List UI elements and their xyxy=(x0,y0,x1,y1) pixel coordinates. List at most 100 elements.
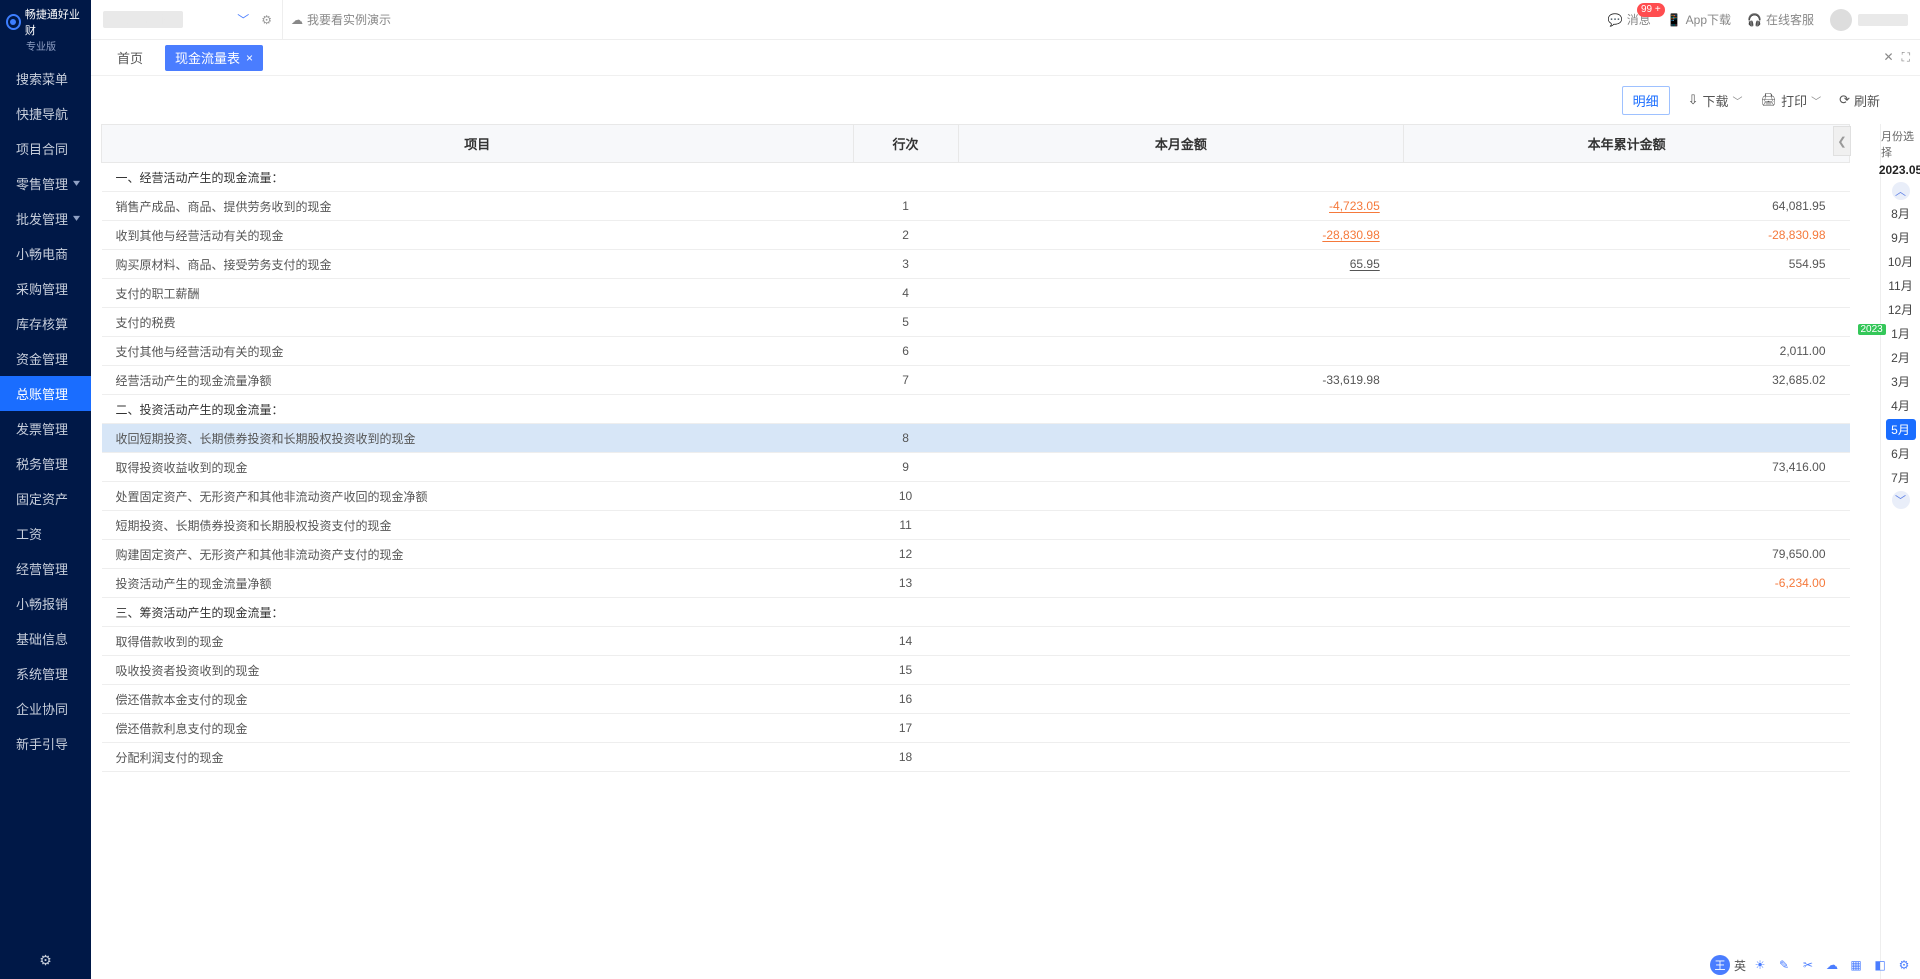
table-row[interactable]: 经营活动产生的现金流量净额7-33,619.9832,685.02 xyxy=(102,366,1850,395)
table-row[interactable]: 处置固定资产、无形资产和其他非流动资产收回的现金净额10 xyxy=(102,482,1850,511)
sidebar-item-4[interactable]: 批发管理▾ xyxy=(0,201,91,236)
sidebar-item-6[interactable]: 采购管理 xyxy=(0,271,91,306)
org-selector[interactable]: （隐藏名称） ﹀ ⚙ xyxy=(103,0,283,40)
table-row[interactable]: 支付其他与经营活动有关的现金62,011.00 xyxy=(102,337,1850,366)
month-item[interactable]: 1月 xyxy=(1886,323,1916,344)
month-item[interactable]: 12月 xyxy=(1886,299,1916,320)
table-row[interactable]: 分配利润支付的现金18 xyxy=(102,743,1850,772)
month-item[interactable]: 4月 xyxy=(1886,395,1916,416)
close-icon[interactable]: × xyxy=(246,51,253,65)
month-item[interactable]: 6月 xyxy=(1886,443,1916,464)
cell-month-amount[interactable]: 65.95 xyxy=(958,250,1404,279)
table-row[interactable]: 三、筹资活动产生的现金流量： xyxy=(102,598,1850,627)
month-scroll-down-icon[interactable]: ﹀ xyxy=(1892,491,1910,509)
table-row[interactable]: 收回短期投资、长期债券投资和长期股权投资收到的现金8 xyxy=(102,424,1850,453)
month-item[interactable]: 3月 xyxy=(1886,371,1916,392)
sidebar-item-14[interactable]: 经营管理 xyxy=(0,551,91,586)
sidebar-item-1[interactable]: 快捷导航 xyxy=(0,96,91,131)
print-button[interactable]: 🖨 打印 ﹀ xyxy=(1761,91,1822,110)
cell-month-amount[interactable]: -28,830.98 xyxy=(958,221,1404,250)
tab-home[interactable]: 首页 xyxy=(107,45,153,71)
settings-icon[interactable]: ⚙ xyxy=(261,13,272,27)
table-row[interactable]: 偿还借款本金支付的现金16 xyxy=(102,685,1850,714)
cell-line xyxy=(853,395,958,424)
cell-item: 二、投资活动产生的现金流量： xyxy=(102,395,854,424)
cell-line: 4 xyxy=(853,279,958,308)
month-item[interactable]: 8月 xyxy=(1886,203,1916,224)
table-row[interactable]: 销售产成品、商品、提供劳务收到的现金1-4,723.0564,081.95 xyxy=(102,192,1850,221)
sidebar-item-9[interactable]: 总账管理 xyxy=(0,376,91,411)
cell-item: 取得借款收到的现金 xyxy=(102,627,854,656)
sidebar-item-7[interactable]: 库存核算 xyxy=(0,306,91,341)
sidebar-item-8[interactable]: 资金管理 xyxy=(0,341,91,376)
table-row[interactable]: 取得投资收益收到的现金973,416.00 xyxy=(102,453,1850,482)
table-row[interactable]: 短期投资、长期债券投资和长期股权投资支付的现金11 xyxy=(102,511,1850,540)
cell-item: 一、经营活动产生的现金流量： xyxy=(102,163,854,192)
online-service-label: 在线客服 xyxy=(1766,11,1814,28)
table-row[interactable]: 收到其他与经营活动有关的现金2-28,830.98-28,830.98 xyxy=(102,221,1850,250)
table-row[interactable]: 一、经营活动产生的现金流量： xyxy=(102,163,1850,192)
table-row[interactable]: 二、投资活动产生的现金流量： xyxy=(102,395,1850,424)
cell-year-amount xyxy=(1404,163,1850,192)
messages-button[interactable]: 💬 消息 99 + xyxy=(1608,11,1651,28)
month-scroll-up-icon[interactable]: ︿ xyxy=(1892,182,1910,200)
cell-year-amount xyxy=(1404,743,1850,772)
sidebar-item-label: 总账管理 xyxy=(16,384,68,403)
sidebar-item-3[interactable]: 零售管理▾ xyxy=(0,166,91,201)
demo-button[interactable]: ☁ 我要看实例演示 xyxy=(291,11,391,28)
sidebar-item-13[interactable]: 工资 xyxy=(0,516,91,551)
download-button[interactable]: ⇩ 下载 ﹀ xyxy=(1688,91,1743,110)
sidebar-item-10[interactable]: 发票管理 xyxy=(0,411,91,446)
cell-month-amount xyxy=(958,337,1404,366)
tray-bookmark-icon[interactable]: ◧ xyxy=(1870,955,1890,975)
chevron-down-icon: ﹀ xyxy=(1811,93,1821,108)
month-item[interactable]: 11月 xyxy=(1886,275,1916,296)
table-row[interactable]: 购建固定资产、无形资产和其他非流动资产支付的现金1279,650.00 xyxy=(102,540,1850,569)
cell-year-amount xyxy=(1404,482,1850,511)
month-item[interactable]: 5月 xyxy=(1886,419,1916,440)
table-row[interactable]: 购买原材料、商品、接受劳务支付的现金365.95554.95 xyxy=(102,250,1850,279)
tray-cut-icon[interactable]: ✂ xyxy=(1798,955,1818,975)
detail-button[interactable]: 明细 xyxy=(1622,86,1670,115)
tab-close-all-icon[interactable]: ✕ xyxy=(1884,50,1894,65)
expand-handle-icon[interactable]: ❮ xyxy=(1833,126,1851,156)
month-item[interactable]: 2月 xyxy=(1886,347,1916,368)
tab-home-label: 首页 xyxy=(117,48,143,67)
table-row[interactable]: 支付的职工薪酬4 xyxy=(102,279,1850,308)
sidebar-item-0[interactable]: 搜索菜单 xyxy=(0,61,91,96)
sidebar-item-11[interactable]: 税务管理 xyxy=(0,446,91,481)
month-item[interactable]: 7月 xyxy=(1886,467,1916,488)
user-menu[interactable] xyxy=(1830,9,1908,31)
sidebar-item-17[interactable]: 系统管理 xyxy=(0,656,91,691)
tab-cashflow[interactable]: 现金流量表 × xyxy=(165,45,263,71)
sidebar-item-12[interactable]: 固定资产 xyxy=(0,481,91,516)
table-row[interactable]: 取得借款收到的现金14 xyxy=(102,627,1850,656)
app-download-button[interactable]: 📱 App下载 xyxy=(1667,11,1731,28)
sidebar-item-2[interactable]: 项目合同 xyxy=(0,131,91,166)
tray-cloud-icon[interactable]: ☁ xyxy=(1822,955,1842,975)
settings-gear-icon[interactable]: ⚙ xyxy=(39,952,52,968)
month-item[interactable]: 9月 xyxy=(1886,227,1916,248)
cell-line: 10 xyxy=(853,482,958,511)
cell-year-amount xyxy=(1404,627,1850,656)
table-row[interactable]: 投资活动产生的现金流量净额13-6,234.00 xyxy=(102,569,1850,598)
tray-sun-icon[interactable]: ☀ xyxy=(1750,955,1770,975)
sidebar-item-18[interactable]: 企业协同 xyxy=(0,691,91,726)
sidebar-item-16[interactable]: 基础信息 xyxy=(0,621,91,656)
ime-icon[interactable]: 王 xyxy=(1710,955,1730,975)
refresh-button[interactable]: ⟳ 刷新 xyxy=(1839,91,1880,110)
tab-fullscreen-icon[interactable]: ⛶ xyxy=(1902,50,1910,65)
table-row[interactable]: 支付的税费5 xyxy=(102,308,1850,337)
table-row[interactable]: 偿还借款利息支付的现金17 xyxy=(102,714,1850,743)
ime-lang[interactable]: 英 xyxy=(1734,957,1746,974)
sidebar-item-5[interactable]: 小畅电商 xyxy=(0,236,91,271)
tray-grid-icon[interactable]: ▦ xyxy=(1846,955,1866,975)
sidebar-item-15[interactable]: 小畅报销 xyxy=(0,586,91,621)
month-item[interactable]: 10月 xyxy=(1886,251,1916,272)
cell-month-amount[interactable]: -4,723.05 xyxy=(958,192,1404,221)
tray-edit-icon[interactable]: ✎ xyxy=(1774,955,1794,975)
table-row[interactable]: 吸收投资者投资收到的现金15 xyxy=(102,656,1850,685)
online-service-button[interactable]: 🎧 在线客服 xyxy=(1747,11,1814,28)
tray-gear-icon[interactable]: ⚙ xyxy=(1894,955,1914,975)
sidebar-item-19[interactable]: 新手引导 xyxy=(0,726,91,761)
